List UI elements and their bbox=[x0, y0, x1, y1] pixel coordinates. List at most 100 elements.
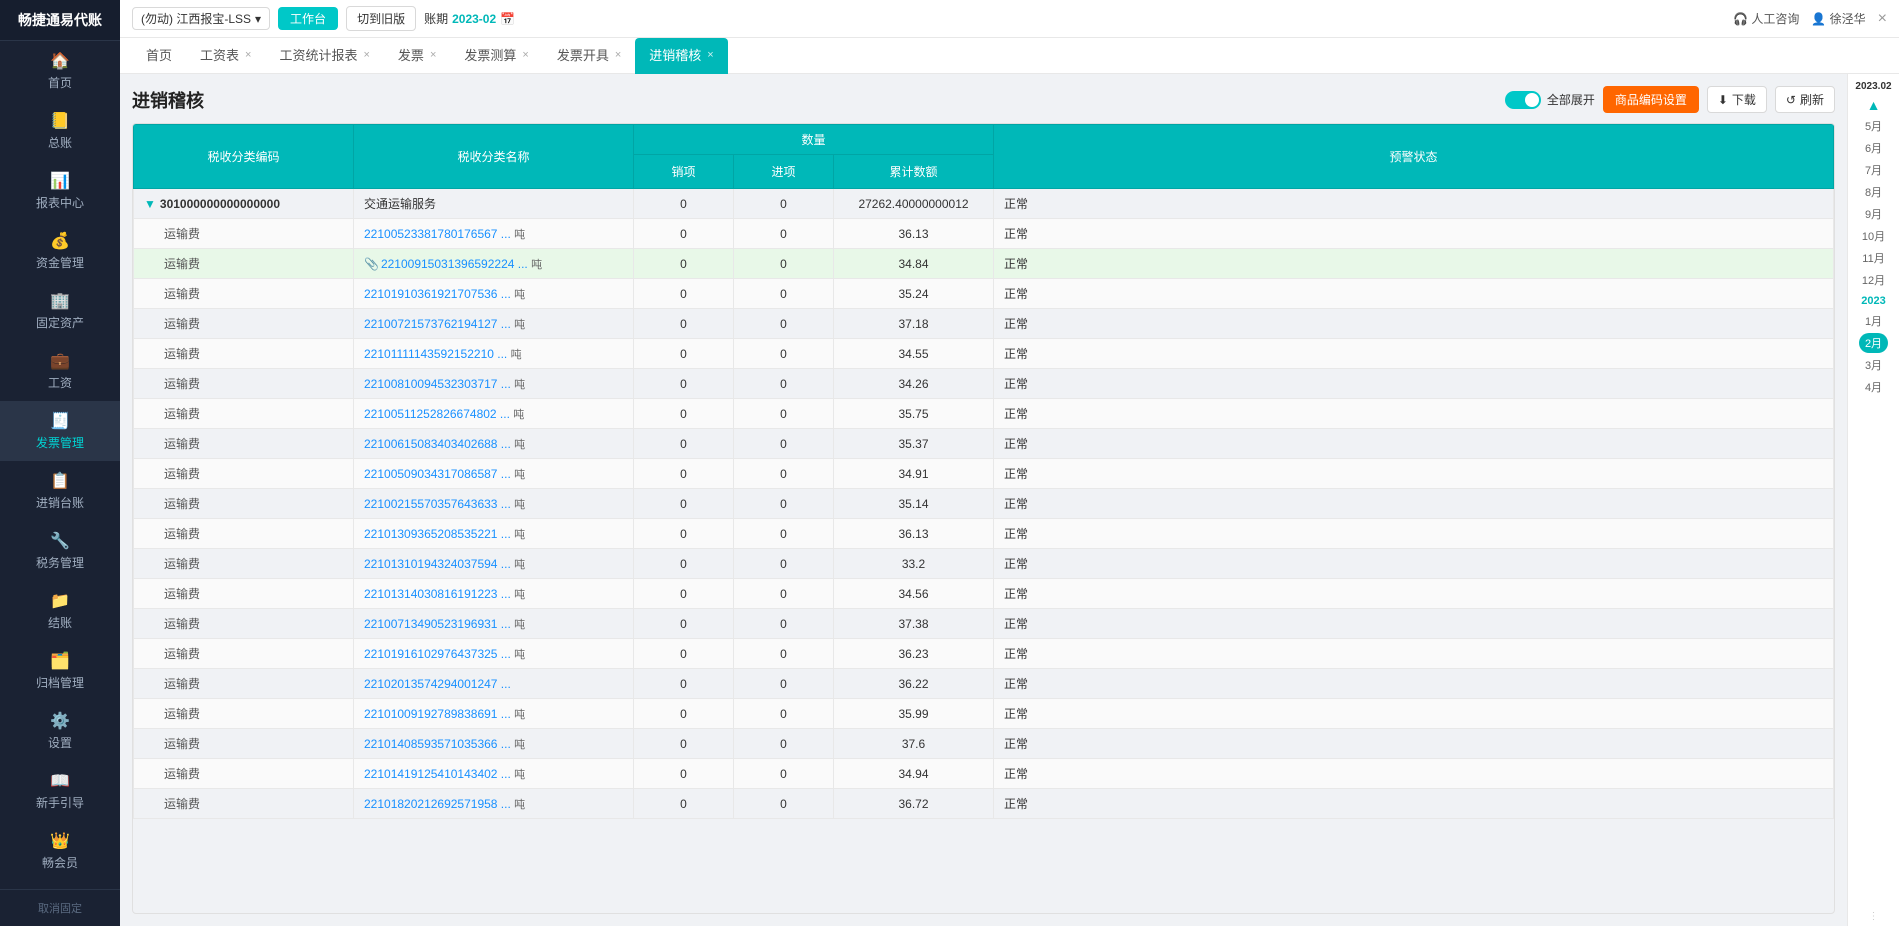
table-row[interactable]: 运输费 22101916102976437325 ... 吨 0 0 36.23… bbox=[134, 639, 1834, 669]
cell-sales: 0 bbox=[634, 369, 734, 399]
col-sales: 销项 bbox=[634, 155, 734, 189]
tab-salary-stats[interactable]: 工资统计报表 × bbox=[265, 38, 383, 74]
timeline-month-5[interactable]: 5月 bbox=[1859, 116, 1888, 136]
cell-tax-code: 运输费 bbox=[134, 459, 354, 489]
table-row[interactable]: 运输费 22101820212692571958 ... 吨 0 0 36.72… bbox=[134, 789, 1834, 819]
table-row[interactable]: 运输费 22101408593571035366 ... 吨 0 0 37.6 … bbox=[134, 729, 1834, 759]
timeline-month-7[interactable]: 7月 bbox=[1859, 160, 1888, 180]
table-row[interactable]: 运输费 📎22100915031396592224 ... 吨 0 0 34.8… bbox=[134, 249, 1834, 279]
sidebar-item-salary[interactable]: 💼 工资 bbox=[0, 341, 120, 401]
sidebar-item-guide[interactable]: 📖 新手引导 bbox=[0, 761, 120, 821]
sidebar-item-funds[interactable]: 💰 资金管理 bbox=[0, 221, 120, 281]
sidebar-item-archive[interactable]: 🗂️ 归档管理 bbox=[0, 641, 120, 701]
sidebar-unpin[interactable]: 取消固定 bbox=[0, 889, 120, 926]
sidebar-item-tax[interactable]: 🔧 税务管理 bbox=[0, 521, 120, 581]
table-row[interactable]: 运输费 22101419125410143402 ... 吨 0 0 34.94… bbox=[134, 759, 1834, 789]
cell-status: 正常 bbox=[994, 429, 1834, 459]
cell-purchase: 0 bbox=[734, 189, 834, 219]
table-row[interactable]: 运输费 22101009192789838691 ... 吨 0 0 35.99… bbox=[134, 699, 1834, 729]
timeline-month-6[interactable]: 6月 bbox=[1859, 138, 1888, 158]
timeline-month-4[interactable]: 4月 bbox=[1859, 377, 1888, 397]
company-selector[interactable]: (勿动) 江西报宝-LSS ▾ bbox=[132, 7, 270, 30]
workspace-button[interactable]: 工作台 bbox=[278, 7, 338, 30]
table-row[interactable]: 运输费 22102013574294001247 ... 0 0 36.22 正… bbox=[134, 669, 1834, 699]
table-row[interactable]: 运输费 22101314030816191223 ... 吨 0 0 34.56… bbox=[134, 579, 1834, 609]
table-row[interactable]: 运输费 22100509034317086587 ... 吨 0 0 34.91… bbox=[134, 459, 1834, 489]
timeline-up-arrow[interactable]: ▲ bbox=[1867, 97, 1881, 113]
refresh-button[interactable]: ↺ 刷新 bbox=[1775, 86, 1835, 113]
timeline-month-11[interactable]: 11月 bbox=[1856, 248, 1890, 268]
table-row[interactable]: 运输费 22101910361921707536 ... 吨 0 0 35.24… bbox=[134, 279, 1834, 309]
sidebar-item-settings[interactable]: ⚙️ 设置 bbox=[0, 701, 120, 761]
cell-purchase: 0 bbox=[734, 639, 834, 669]
switch-version-button[interactable]: 切到旧版 bbox=[346, 6, 416, 31]
sidebar-item-label: 总账 bbox=[48, 134, 72, 151]
timeline-month-8[interactable]: 8月 bbox=[1859, 182, 1888, 202]
sidebar-item-invoice[interactable]: 🧾 发票管理 bbox=[0, 401, 120, 461]
sidebar-item-member[interactable]: 👑 畅会员 bbox=[0, 821, 120, 881]
tax-icon: 🔧 bbox=[50, 531, 70, 551]
invoice-icon: 🧾 bbox=[50, 411, 70, 431]
cell-sales: 0 bbox=[634, 189, 734, 219]
tab-close-icon[interactable]: × bbox=[615, 49, 621, 61]
table-row[interactable]: 运输费 22100523381780176567 ... 吨 0 0 36.13… bbox=[134, 219, 1834, 249]
cell-cumulative: 36.13 bbox=[834, 219, 994, 249]
topbar: (勿动) 江西报宝-LSS ▾ 工作台 切到旧版 账期 2023-02 📅 🎧 … bbox=[120, 0, 1899, 38]
cell-status: 正常 bbox=[994, 309, 1834, 339]
timeline-month-12[interactable]: 12月 bbox=[1856, 270, 1891, 290]
download-button[interactable]: ⬇ 下载 bbox=[1707, 86, 1767, 113]
cell-tax-code: 运输费 bbox=[134, 729, 354, 759]
toggle-switch[interactable] bbox=[1505, 91, 1541, 109]
table-row[interactable]: 运输费 22100215570357643633 ... 吨 0 0 35.14… bbox=[134, 489, 1834, 519]
table-row[interactable]: ▼301000000000000000 交通运输服务 0 0 27262.400… bbox=[134, 189, 1834, 219]
tab-close-icon[interactable]: × bbox=[363, 49, 369, 61]
timeline-month-10[interactable]: 10月 bbox=[1856, 226, 1891, 246]
sidebar-item-assets[interactable]: 🏢 固定资产 bbox=[0, 281, 120, 341]
tab-close-icon[interactable]: × bbox=[522, 49, 528, 61]
tab-home[interactable]: 首页 bbox=[132, 38, 186, 74]
sidebar-item-reports[interactable]: 📊 报表中心 bbox=[0, 161, 120, 221]
cell-status: 正常 bbox=[994, 519, 1834, 549]
table-row[interactable]: 运输费 22101310194324037594 ... 吨 0 0 33.2 … bbox=[134, 549, 1834, 579]
tab-label: 进销稽核 bbox=[649, 45, 701, 64]
tab-close-icon[interactable]: × bbox=[245, 49, 251, 61]
tab-close-icon[interactable]: × bbox=[430, 49, 436, 61]
table-row[interactable]: 运输费 22100810094532303717 ... 吨 0 0 34.26… bbox=[134, 369, 1834, 399]
table-row[interactable]: 运输费 22100511252826674802 ... 吨 0 0 35.75… bbox=[134, 399, 1834, 429]
tab-close-icon[interactable]: × bbox=[707, 49, 713, 61]
sidebar-item-close[interactable]: 📁 结账 bbox=[0, 581, 120, 641]
timeline-month-3[interactable]: 3月 bbox=[1859, 355, 1888, 375]
tab-invoice[interactable]: 发票 × bbox=[384, 38, 450, 74]
sidebar-item-ledger[interactable]: 📒 总账 bbox=[0, 101, 120, 161]
support-label[interactable]: 🎧 人工咨询 bbox=[1733, 10, 1799, 27]
sidebar-item-label: 畅会员 bbox=[42, 854, 78, 871]
product-code-settings-button[interactable]: 商品编码设置 bbox=[1603, 86, 1699, 113]
home-icon: 🏠 bbox=[50, 51, 70, 71]
close-button[interactable]: × bbox=[1878, 10, 1887, 28]
timeline-month-2[interactable]: 2月 bbox=[1859, 333, 1888, 353]
tab-sales-reconcile[interactable]: 进销稽核 × bbox=[635, 38, 727, 74]
tab-salary-table[interactable]: 工资表 × bbox=[186, 38, 265, 74]
expand-toggle[interactable]: 全部展开 bbox=[1505, 91, 1595, 109]
tag-label: 吨 bbox=[531, 259, 542, 271]
sidebar-item-purchase-sales[interactable]: 📋 进销台账 bbox=[0, 461, 120, 521]
tab-label: 工资统计报表 bbox=[279, 45, 357, 64]
table-row[interactable]: 运输费 22100615083403402688 ... 吨 0 0 35.37… bbox=[134, 429, 1834, 459]
timeline-month-1[interactable]: 1月 bbox=[1859, 311, 1888, 331]
cell-sales: 0 bbox=[634, 429, 734, 459]
timeline-month-9[interactable]: 9月 bbox=[1859, 204, 1888, 224]
calendar-icon[interactable]: 📅 bbox=[500, 12, 515, 26]
cell-invoice-no: 22100810094532303717 ... 吨 bbox=[354, 369, 634, 399]
user-info[interactable]: 👤 徐泾华 bbox=[1811, 10, 1865, 27]
cell-tax-code: 运输费 bbox=[134, 429, 354, 459]
sidebar-item-home[interactable]: 🏠 首页 bbox=[0, 41, 120, 101]
cell-status: 正常 bbox=[994, 789, 1834, 819]
content-main: 进销稽核 全部展开 商品编码设置 ⬇ 下载 ↺ 刷新 bbox=[120, 74, 1847, 926]
table-row[interactable]: 运输费 22101111143592152210 ... 吨 0 0 34.55… bbox=[134, 339, 1834, 369]
tab-invoice-issue[interactable]: 发票开具 × bbox=[543, 38, 635, 74]
table-row[interactable]: 运输费 22101309365208535221 ... 吨 0 0 36.13… bbox=[134, 519, 1834, 549]
tab-invoice-calc[interactable]: 发票测算 × bbox=[450, 38, 542, 74]
cell-sales: 0 bbox=[634, 609, 734, 639]
table-row[interactable]: 运输费 22100721573762194127 ... 吨 0 0 37.18… bbox=[134, 309, 1834, 339]
table-row[interactable]: 运输费 22100713490523196931 ... 吨 0 0 37.38… bbox=[134, 609, 1834, 639]
